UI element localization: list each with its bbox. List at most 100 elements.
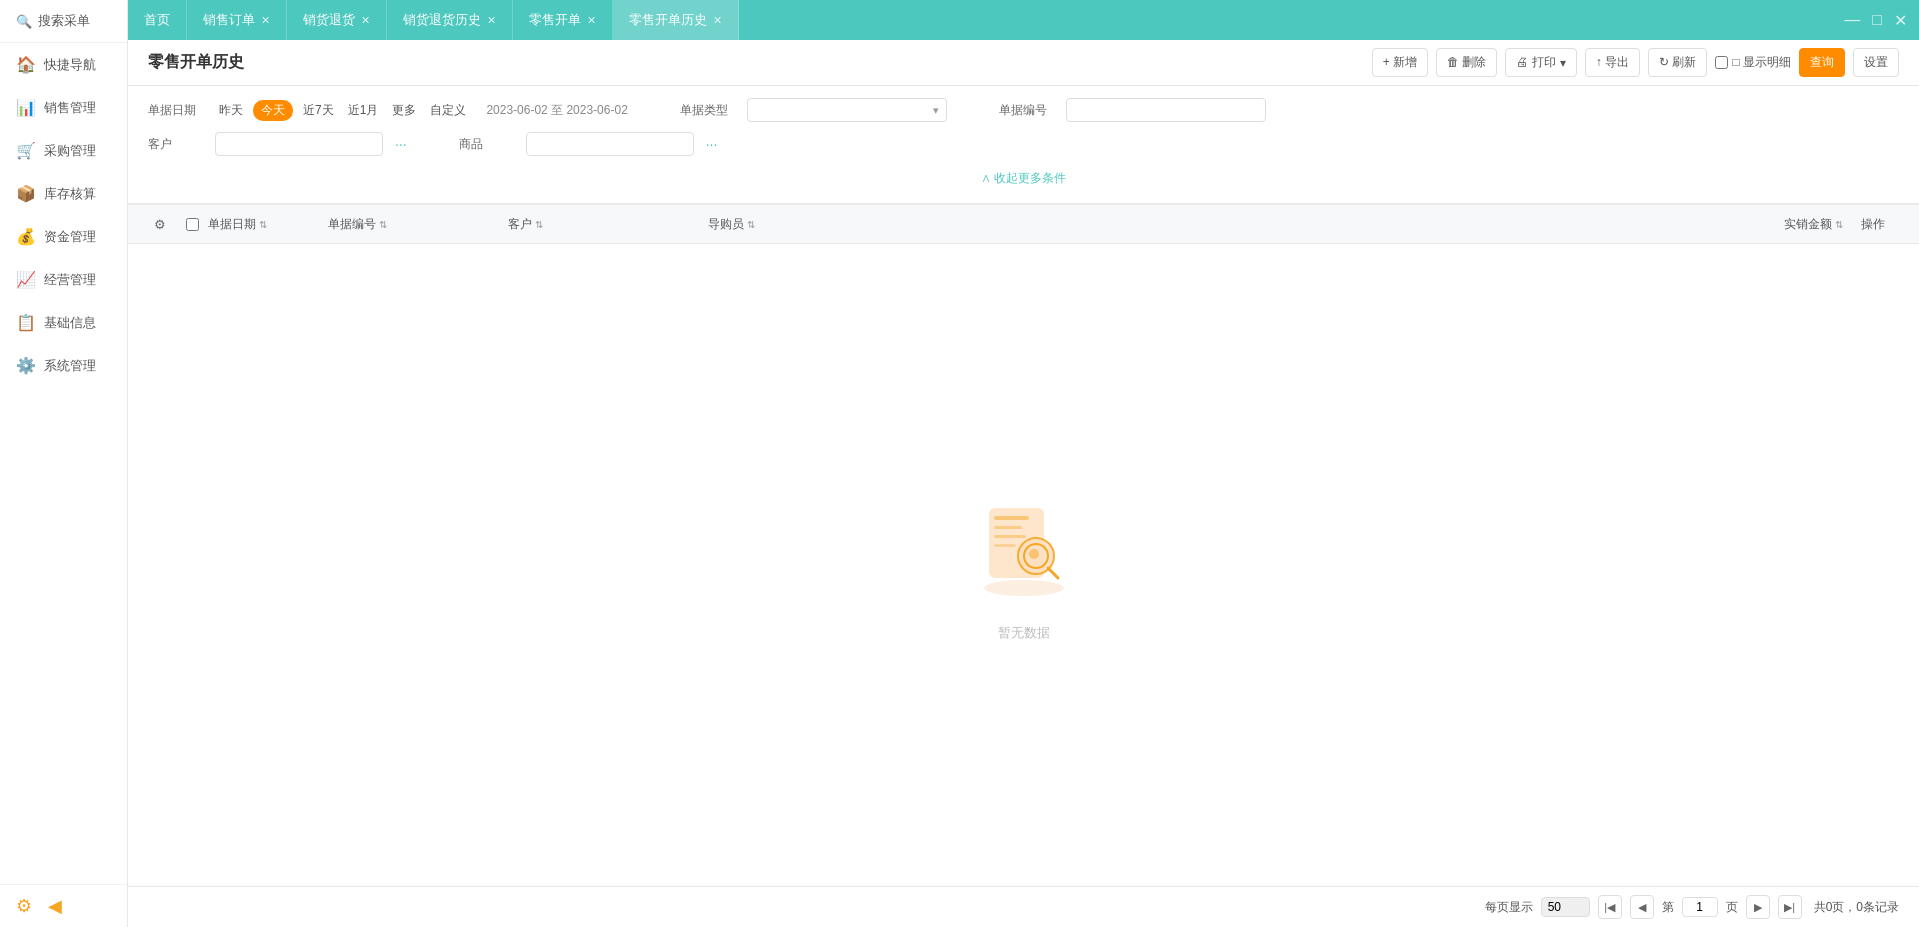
query-button[interactable]: 查询 [1799,48,1845,77]
tab-sales-return-label: 销货退货 [303,11,355,29]
tab-home-label: 首页 [144,11,170,29]
sort-date-icon: ⇅ [259,219,267,230]
svg-point-0 [984,580,1064,596]
tab-retail-history-close[interactable]: ✕ [713,14,722,27]
doc-type-label: 单据类型 [680,102,735,119]
th-date[interactable]: 单据日期 ⇅ [208,216,328,233]
sidebar-bottom: ⚙ ◀ [0,884,127,927]
customer-input[interactable] [215,132,383,156]
sidebar-item-purchase-mgmt[interactable]: 🛒 采购管理 [0,129,127,172]
sort-guide-icon: ⇅ [747,219,755,230]
sidebar-search-label: 搜索采单 [38,12,90,30]
tab-sales-return[interactable]: 销货退货 ✕ [287,0,387,40]
th-customer[interactable]: 客户 ⇅ [508,216,708,233]
page-next-button[interactable]: ▶ [1746,895,1770,919]
goods-select-dots[interactable]: ··· [706,136,718,152]
doc-number-input[interactable] [1066,98,1266,122]
sidebar-item-sales-mgmt[interactable]: 📊 销售管理 [0,86,127,129]
page-prev-button[interactable]: ◀ [1630,895,1654,919]
delete-button[interactable]: 🗑 删除 [1436,48,1497,77]
add-button[interactable]: + 新增 [1372,48,1428,77]
page-size-select[interactable]: 50 100 200 [1541,897,1590,917]
select-all-checkbox-wrap[interactable] [176,218,208,231]
page-label: 页 [1726,899,1738,916]
page-last-button[interactable]: ▶| [1778,895,1802,919]
th-amount[interactable]: 实销金额 ⇅ [1743,216,1843,233]
doc-number-label: 单据编号 [999,102,1054,119]
svg-rect-5 [994,544,1016,547]
tab-sales-return-history-close[interactable]: ✕ [487,14,496,27]
sidebar-item-system-mgmt[interactable]: ⚙️ 系统管理 [0,344,127,387]
window-minimize-button[interactable]: — [1844,11,1860,29]
tab-retail-open[interactable]: 零售开单 ✕ [513,0,613,40]
sidebar-item-label: 采购管理 [44,142,96,160]
page-first-button[interactable]: |◀ [1598,895,1622,919]
filter-row-1: 单据日期 昨天 今天 近7天 近1月 更多 自定义 2023-06-02 至 2… [148,98,1899,122]
display-detail-checkbox[interactable] [1715,56,1728,69]
customer-select-dots[interactable]: ··· [395,136,407,152]
th-guide[interactable]: 导购员 ⇅ [708,216,828,233]
date-opt-last1m[interactable]: 近1月 [344,100,383,121]
tab-retail-history[interactable]: 零售开单历史 ✕ [613,0,739,40]
refresh-button[interactable]: ↻ 刷新 [1648,48,1707,77]
print-button[interactable]: 🖨 打印 ▾ [1505,48,1576,77]
settings-bottom-button[interactable]: ⚙ [16,895,32,917]
tab-retail-open-label: 零售开单 [529,11,581,29]
sidebar-item-quick-nav[interactable]: 🏠 快捷导航 [0,43,127,86]
window-maximize-button[interactable]: □ [1872,11,1882,29]
filter-row-2: 客户 ··· 商品 ··· [148,132,1899,156]
date-opt-last7[interactable]: 近7天 [299,100,338,121]
tab-home[interactable]: 首页 [128,0,187,40]
sidebar-item-label: 销售管理 [44,99,96,117]
tab-sales-order[interactable]: 销售订单 ✕ [187,0,287,40]
tab-sales-return-history[interactable]: 销货退货历史 ✕ [387,0,513,40]
empty-state-icon [964,488,1084,608]
tab-sales-return-close[interactable]: ✕ [361,14,370,27]
pagination: 每页显示 50 100 200 |◀ ◀ 第 1 页 ▶ ▶| 共0页，0条记录 [128,886,1919,927]
doc-type-select[interactable] [747,98,947,122]
sort-number-icon: ⇅ [379,219,387,230]
display-detail-toggle[interactable]: □ 显示明细 [1715,54,1791,71]
finance-icon: 💰 [16,227,36,246]
sidebar-search[interactable]: 🔍 搜索采单 [0,0,127,43]
sidebar-item-finance[interactable]: 💰 资金管理 [0,215,127,258]
tab-sales-order-close[interactable]: ✕ [261,14,270,27]
page-label-pre: 第 [1662,899,1674,916]
tab-sales-order-label: 销售订单 [203,11,255,29]
export-button[interactable]: ↑ 导出 [1585,48,1640,77]
system-icon: ⚙️ [16,356,36,375]
collapse-filter-button[interactable]: ∧ 收起更多条件 [148,166,1899,191]
page-number-input[interactable]: 1 [1682,897,1718,917]
sidebar-item-operations[interactable]: 📈 经营管理 [0,258,127,301]
page-total-text: 共0页，0条记录 [1814,899,1899,916]
date-opt-custom[interactable]: 自定义 [426,100,470,121]
column-settings-button[interactable]: ⚙ [144,217,176,232]
sidebar-item-label: 系统管理 [44,357,96,375]
add-button-label: + 新增 [1383,54,1417,71]
goods-filter-label: 商品 [459,136,514,153]
collapse-sidebar-button[interactable]: ◀ [48,895,62,917]
nav-right-controls: — □ ✕ [1832,11,1919,30]
display-detail-label: □ 显示明细 [1732,54,1791,71]
th-customer-label: 客户 [508,216,532,233]
goods-input[interactable] [526,132,694,156]
refresh-button-label: ↻ 刷新 [1659,54,1696,71]
th-date-label: 单据日期 [208,216,256,233]
select-all-checkbox[interactable] [186,218,199,231]
export-button-label: ↑ 导出 [1596,54,1629,71]
date-opt-today[interactable]: 今天 [253,100,293,121]
inventory-icon: 📦 [16,184,36,203]
sidebar-item-basic-info[interactable]: 📋 基础信息 [0,301,127,344]
settings-button[interactable]: 设置 [1853,48,1899,77]
date-opt-yesterday[interactable]: 昨天 [215,100,247,121]
empty-state-text: 暂无数据 [998,624,1050,642]
sales-icon: 📊 [16,98,36,117]
date-options: 昨天 今天 近7天 近1月 更多 自定义 [215,100,470,121]
window-close-button[interactable]: ✕ [1894,11,1907,30]
tab-retail-open-close[interactable]: ✕ [587,14,596,27]
sidebar-item-inventory[interactable]: 📦 库存核算 [0,172,127,215]
th-number[interactable]: 单据编号 ⇅ [328,216,508,233]
operations-icon: 📈 [16,270,36,289]
collapse-filter-label: ∧ 收起更多条件 [981,170,1066,187]
date-opt-more[interactable]: 更多 [388,100,420,121]
